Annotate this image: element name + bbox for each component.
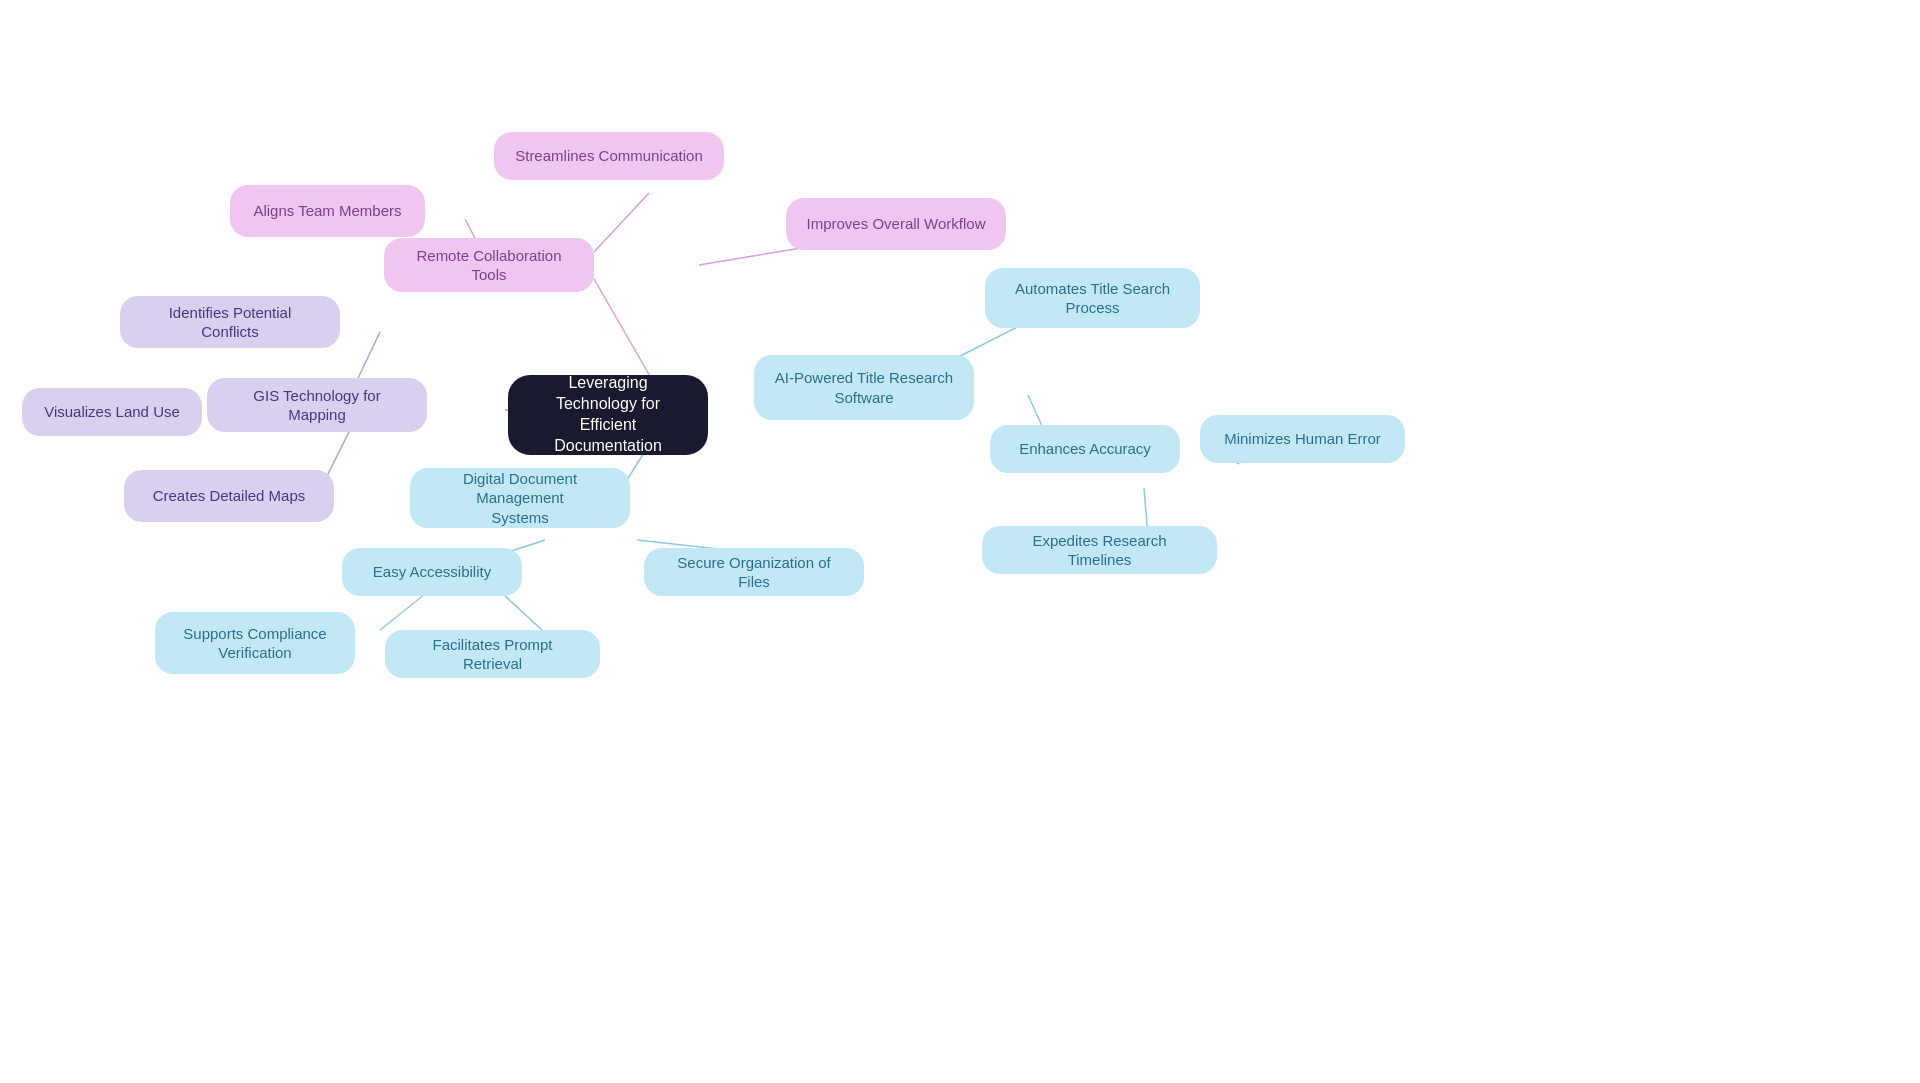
identifies-conflicts-label: Identifies Potential Conflicts: [138, 303, 322, 342]
automates-title-label: Automates Title Search Process: [1015, 279, 1170, 318]
minimizes-error-node: Minimizes Human Error: [1200, 415, 1405, 463]
visualizes-land-node: Visualizes Land Use: [22, 388, 202, 436]
creates-maps-node: Creates Detailed Maps: [124, 470, 334, 522]
svg-line-1: [594, 193, 649, 252]
secure-org-node: Secure Organization of Files: [644, 548, 864, 596]
aligns-team-label: Aligns Team Members: [253, 201, 401, 221]
expedites-research-node: Expedites Research Timelines: [982, 526, 1217, 574]
digital-docs-node: Digital Document Management Systems: [410, 468, 630, 528]
remote-collab-label: Remote Collaboration Tools: [402, 246, 576, 285]
visualizes-land-label: Visualizes Land Use: [44, 402, 180, 422]
improves-workflow-label: Improves Overall Workflow: [807, 214, 986, 234]
easy-access-label: Easy Accessibility: [373, 562, 491, 582]
creates-maps-label: Creates Detailed Maps: [153, 486, 306, 506]
easy-access-node: Easy Accessibility: [342, 548, 522, 596]
svg-line-7: [325, 430, 350, 480]
center-label: Leveraging Technology for Efficient Docu…: [526, 373, 690, 456]
supports-compliance-label: Supports Compliance Verification: [183, 624, 326, 663]
facilitates-retrieval-label: Facilitates Prompt Retrieval: [403, 635, 582, 674]
remote-collab-node: Remote Collaboration Tools: [384, 238, 594, 292]
aligns-team-node: Aligns Team Members: [230, 185, 425, 237]
secure-org-label: Secure Organization of Files: [662, 553, 846, 592]
facilitates-retrieval-node: Facilitates Prompt Retrieval: [385, 630, 600, 678]
ai-title-node: AI-Powered Title Research Software: [754, 355, 974, 420]
gis-mapping-node: GIS Technology for Mapping: [207, 378, 427, 432]
streamlines-comm-label: Streamlines Communication: [515, 146, 703, 166]
improves-workflow-node: Improves Overall Workflow: [786, 198, 1006, 250]
minimizes-error-label: Minimizes Human Error: [1224, 429, 1381, 449]
gis-mapping-label: GIS Technology for Mapping: [225, 386, 409, 425]
center-node: Leveraging Technology for Efficient Docu…: [508, 375, 708, 455]
identifies-conflicts-node: Identifies Potential Conflicts: [120, 296, 340, 348]
enhances-accuracy-label: Enhances Accuracy: [1019, 439, 1151, 459]
digital-docs-label: Digital Document Management Systems: [428, 469, 612, 528]
supports-compliance-node: Supports Compliance Verification: [155, 612, 355, 674]
streamlines-comm-node: Streamlines Communication: [494, 132, 724, 180]
automates-title-node: Automates Title Search Process: [985, 268, 1200, 328]
ai-title-label: AI-Powered Title Research Software: [775, 368, 953, 407]
expedites-research-label: Expedites Research Timelines: [1000, 531, 1199, 570]
enhances-accuracy-node: Enhances Accuracy: [990, 425, 1180, 473]
